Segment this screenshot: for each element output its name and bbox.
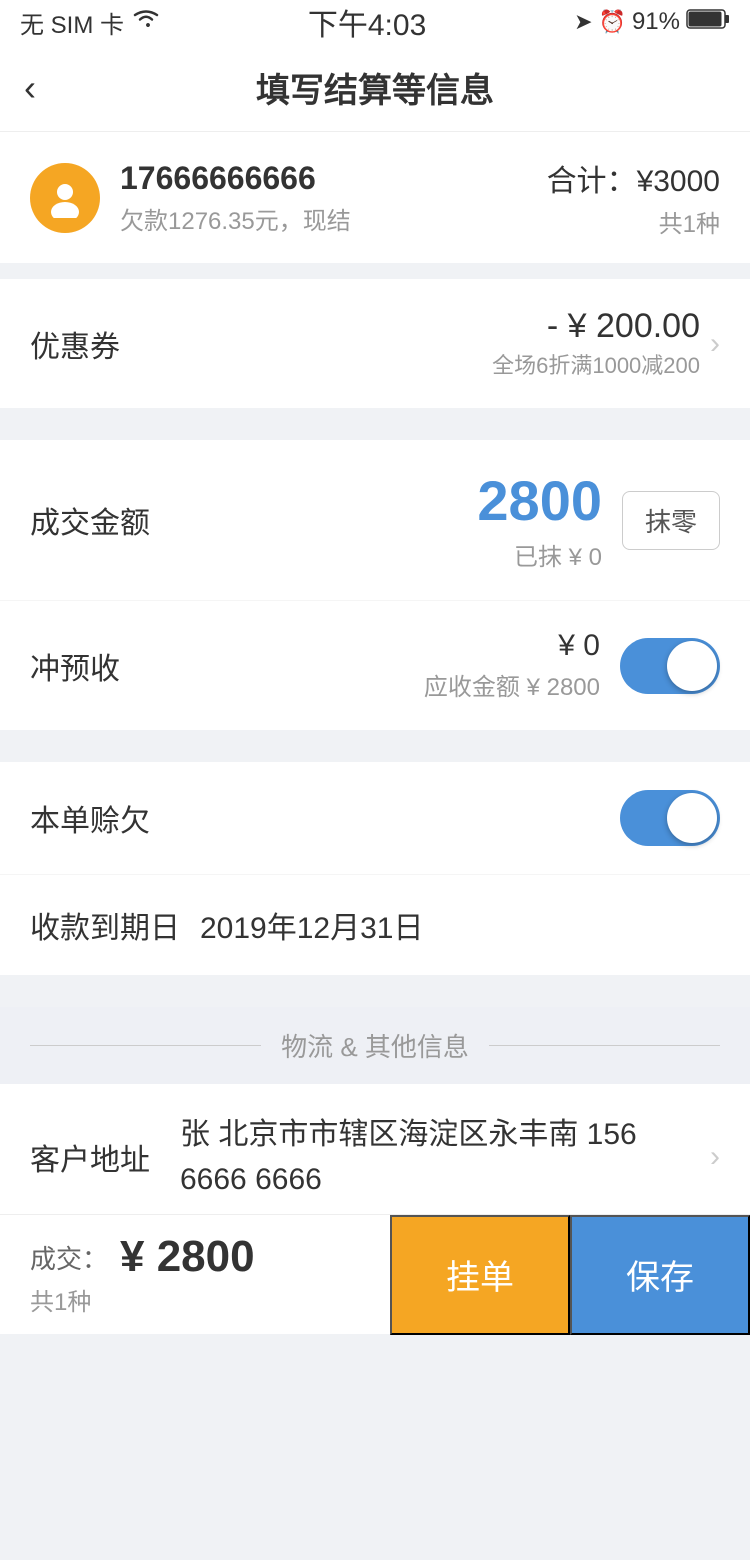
round-zero-button[interactable]: 抹零 xyxy=(622,491,720,550)
due-date-value: 2019年12月31日 xyxy=(200,903,423,947)
due-date-label: 收款到期日 2019年12月31日 xyxy=(30,903,423,947)
prepay-amount: ¥ 0 xyxy=(558,629,600,663)
coupon-row[interactable]: 优惠券 - ¥ 200.00 全场6折满1000减200 › xyxy=(0,279,750,408)
total-amount: ¥3000 xyxy=(637,165,720,198)
customer-card: 17666666666 欠款1276.35元，现结 合计：¥3000 共1种 xyxy=(0,132,750,263)
battery-text: 91% xyxy=(632,8,680,36)
section-divider-3 xyxy=(0,991,750,1007)
prepay-right: ¥ 0 应收金额 ¥ 2800 xyxy=(424,629,720,702)
prepay-toggle[interactable] xyxy=(620,638,720,694)
debt-off-right xyxy=(620,790,720,846)
customer-count: 共1种 xyxy=(547,204,720,239)
battery-icon xyxy=(686,8,730,37)
coupon-label: 优惠券 xyxy=(30,322,120,366)
deal-amount-col: 2800 已抹 ¥ 0 xyxy=(477,468,602,572)
bottom-deal-count: 共1种 xyxy=(30,1282,360,1317)
prepay-row: 冲预收 ¥ 0 应收金额 ¥ 2800 xyxy=(0,601,750,730)
nav-bar: ‹ 填写结算等信息 xyxy=(0,44,750,132)
address-row[interactable]: 客户地址 张 北京市市辖区海淀区永丰南 156 6666 6666 › xyxy=(0,1084,750,1230)
due-date-row: 收款到期日 2019年12月31日 xyxy=(0,875,750,975)
hang-button[interactable]: 挂单 xyxy=(390,1215,570,1335)
customer-left: 17666666666 欠款1276.35元，现结 xyxy=(30,160,351,236)
logistics-line-left xyxy=(30,1045,261,1046)
status-bar: 无 SIM 卡 下午4:03 ➤ ⏰ 91% xyxy=(0,0,750,44)
deal-amount-value: 2800 xyxy=(477,468,602,533)
section-divider-1 xyxy=(0,424,750,440)
debt-off-section: 本单赊欠 收款到期日 2019年12月31日 xyxy=(0,762,750,975)
deal-amount-sub: 已抹 ¥ 0 xyxy=(514,537,602,572)
customer-right: 合计：¥3000 共1种 xyxy=(547,156,720,239)
status-time: 下午4:03 xyxy=(308,0,426,44)
debt-off-toggle[interactable] xyxy=(620,790,720,846)
coupon-amount: - ¥ 200.00 xyxy=(492,307,700,346)
prepay-sub: 应收金额 ¥ 2800 xyxy=(424,667,600,702)
customer-debt: 欠款1276.35元，现结 xyxy=(120,201,351,236)
sim-status: 无 SIM 卡 xyxy=(20,5,124,40)
logistics-line-right xyxy=(489,1045,720,1046)
bottom-deal-amount: ¥ 2800 xyxy=(120,1232,255,1282)
prepay-col: ¥ 0 应收金额 ¥ 2800 xyxy=(424,629,600,702)
back-button[interactable]: ‹ xyxy=(24,67,36,109)
debt-off-label: 本单赊欠 xyxy=(30,796,150,840)
location-icon: ➤ xyxy=(574,9,592,35)
coupon-desc: 全场6折满1000减200 xyxy=(492,348,700,380)
alarm-icon: ⏰ xyxy=(599,9,626,35)
deal-amount-right: 2800 已抹 ¥ 0 抹零 xyxy=(477,468,720,572)
content: 17666666666 欠款1276.35元，现结 合计：¥3000 共1种 优… xyxy=(0,132,750,1560)
total-label: 合计： xyxy=(547,165,637,198)
address-label: 客户地址 xyxy=(30,1135,150,1179)
customer-phone: 17666666666 xyxy=(120,160,351,197)
avatar xyxy=(30,163,100,233)
customer-info: 17666666666 欠款1276.35元，现结 xyxy=(120,160,351,236)
coupon-discount: - ¥ 200.00 全场6折满1000减200 xyxy=(492,307,700,380)
debt-off-row: 本单赊欠 xyxy=(0,762,750,875)
customer-total: 合计：¥3000 xyxy=(547,156,720,200)
bottom-deal-row: 成交： ¥ 2800 xyxy=(30,1232,360,1282)
bottom-bar: 成交： ¥ 2800 共1种 挂单 保存 xyxy=(0,1214,750,1334)
save-button[interactable]: 保存 xyxy=(570,1215,750,1335)
wifi-icon xyxy=(132,8,160,36)
status-right: ➤ ⏰ 91% xyxy=(574,8,730,37)
due-date-label-text: 收款到期日 xyxy=(30,903,180,947)
prepay-label: 冲预收 xyxy=(30,644,120,688)
deal-amount-row: 成交金额 2800 已抹 ¥ 0 抹零 xyxy=(0,440,750,601)
status-left: 无 SIM 卡 xyxy=(20,5,160,40)
logistics-label: 物流 & 其他信息 xyxy=(281,1027,469,1064)
chevron-right-icon: › xyxy=(710,327,720,361)
address-value: 张 北京市市辖区海淀区永丰南 156 6666 6666 xyxy=(180,1112,710,1202)
bottom-deal-label: 成交： xyxy=(30,1239,108,1276)
address-chevron-icon: › xyxy=(710,1140,720,1174)
bottom-summary: 成交： ¥ 2800 共1种 xyxy=(0,1232,390,1317)
page-title: 填写结算等信息 xyxy=(256,63,494,112)
deal-amount-section: 成交金额 2800 已抹 ¥ 0 抹零 冲预收 ¥ 0 应收金额 ¥ 2800 xyxy=(0,440,750,730)
deal-amount-label: 成交金额 xyxy=(30,498,150,542)
section-divider-2 xyxy=(0,746,750,762)
coupon-right: - ¥ 200.00 全场6折满1000减200 › xyxy=(492,307,720,380)
logistics-header: 物流 & 其他信息 xyxy=(0,1007,750,1084)
